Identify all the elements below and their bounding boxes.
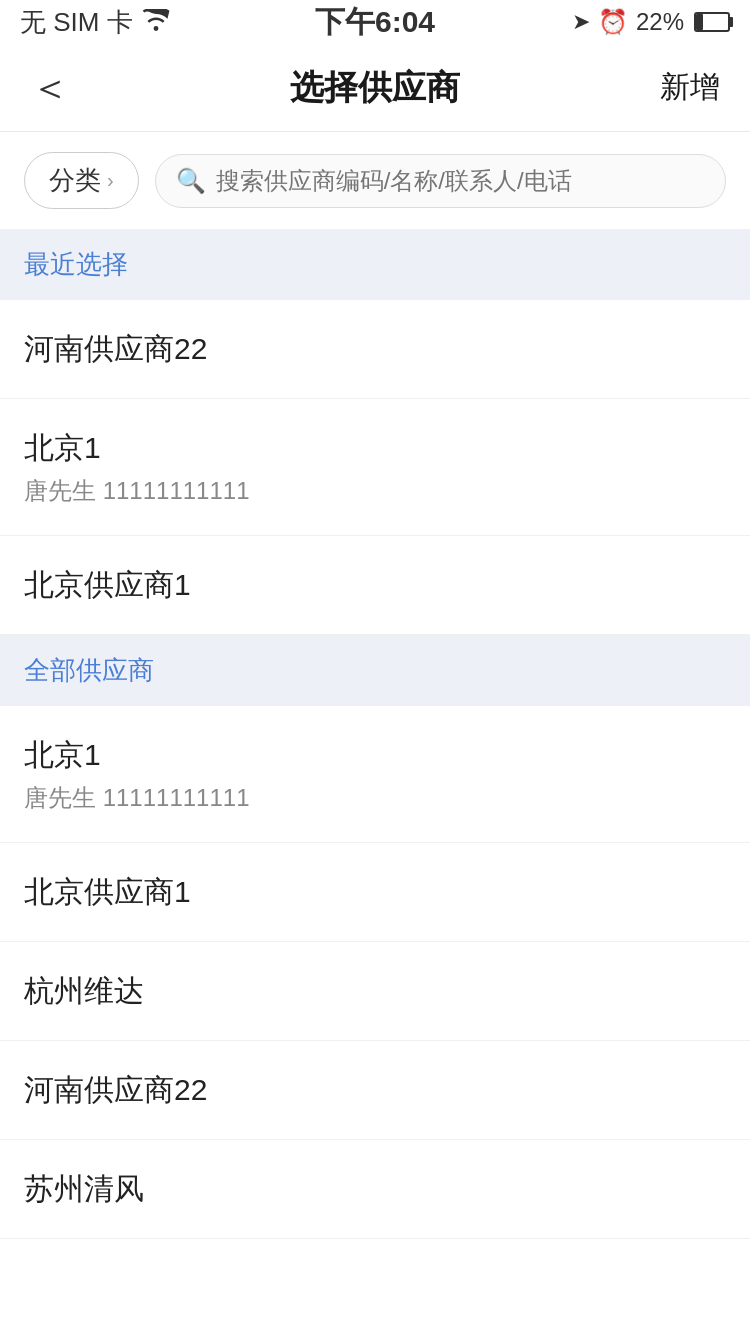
list-item[interactable]: 北京供应商1	[0, 536, 750, 635]
page-title: 选择供应商	[290, 65, 460, 111]
list-item[interactable]: 苏州清风	[0, 1140, 750, 1239]
search-input[interactable]	[216, 167, 705, 195]
all-section-header: 全部供应商	[0, 635, 750, 706]
battery-icon	[694, 12, 730, 32]
item-name: 杭州维达	[24, 970, 726, 1012]
list-item[interactable]: 杭州维达	[0, 942, 750, 1041]
search-box: 🔍	[155, 154, 726, 208]
list-item[interactable]: 北京供应商1	[0, 843, 750, 942]
status-left: 无 SIM 卡	[20, 5, 171, 40]
list-item[interactable]: 北京1 唐先生 11111111111	[0, 399, 750, 536]
item-name: 河南供应商22	[24, 328, 726, 370]
list-item[interactable]: 河南供应商22	[0, 1041, 750, 1140]
recent-items-list: 河南供应商22 北京1 唐先生 11111111111 北京供应商1	[0, 300, 750, 635]
wifi-icon	[141, 7, 171, 38]
filter-bar: 分类 › 🔍	[0, 132, 750, 229]
item-sub: 唐先生 11111111111	[24, 782, 726, 814]
item-name: 北京供应商1	[24, 564, 726, 606]
new-button[interactable]: 新增	[660, 67, 720, 108]
list-item[interactable]: 北京1 唐先生 11111111111	[0, 706, 750, 843]
list-item[interactable]: 河南供应商22	[0, 300, 750, 399]
search-icon: 🔍	[176, 167, 206, 195]
recent-section-title: 最近选择	[24, 249, 128, 279]
all-items-list: 北京1 唐先生 11111111111 北京供应商1 杭州维达 河南供应商22 …	[0, 706, 750, 1239]
chevron-icon: ›	[107, 169, 114, 192]
location-icon: ➤	[572, 9, 590, 35]
category-button[interactable]: 分类 ›	[24, 152, 139, 209]
item-name: 苏州清风	[24, 1168, 726, 1210]
status-right: ➤ ⏰ 22%	[572, 8, 730, 36]
category-label: 分类	[49, 163, 101, 198]
item-name: 北京1	[24, 427, 726, 469]
item-name: 河南供应商22	[24, 1069, 726, 1111]
nav-bar: ＜ 选择供应商 新增	[0, 44, 750, 132]
recent-section-header: 最近选择	[0, 229, 750, 300]
status-bar: 无 SIM 卡 下午6:04 ➤ ⏰ 22%	[0, 0, 750, 44]
no-sim-label: 无 SIM 卡	[20, 5, 133, 40]
item-name: 北京1	[24, 734, 726, 776]
alarm-icon: ⏰	[598, 8, 628, 36]
item-name: 北京供应商1	[24, 871, 726, 913]
item-sub: 唐先生 11111111111	[24, 475, 726, 507]
status-time: 下午6:04	[315, 2, 435, 43]
back-button[interactable]: ＜	[30, 60, 90, 115]
all-section-title: 全部供应商	[24, 655, 154, 685]
battery-percent: 22%	[636, 8, 684, 36]
